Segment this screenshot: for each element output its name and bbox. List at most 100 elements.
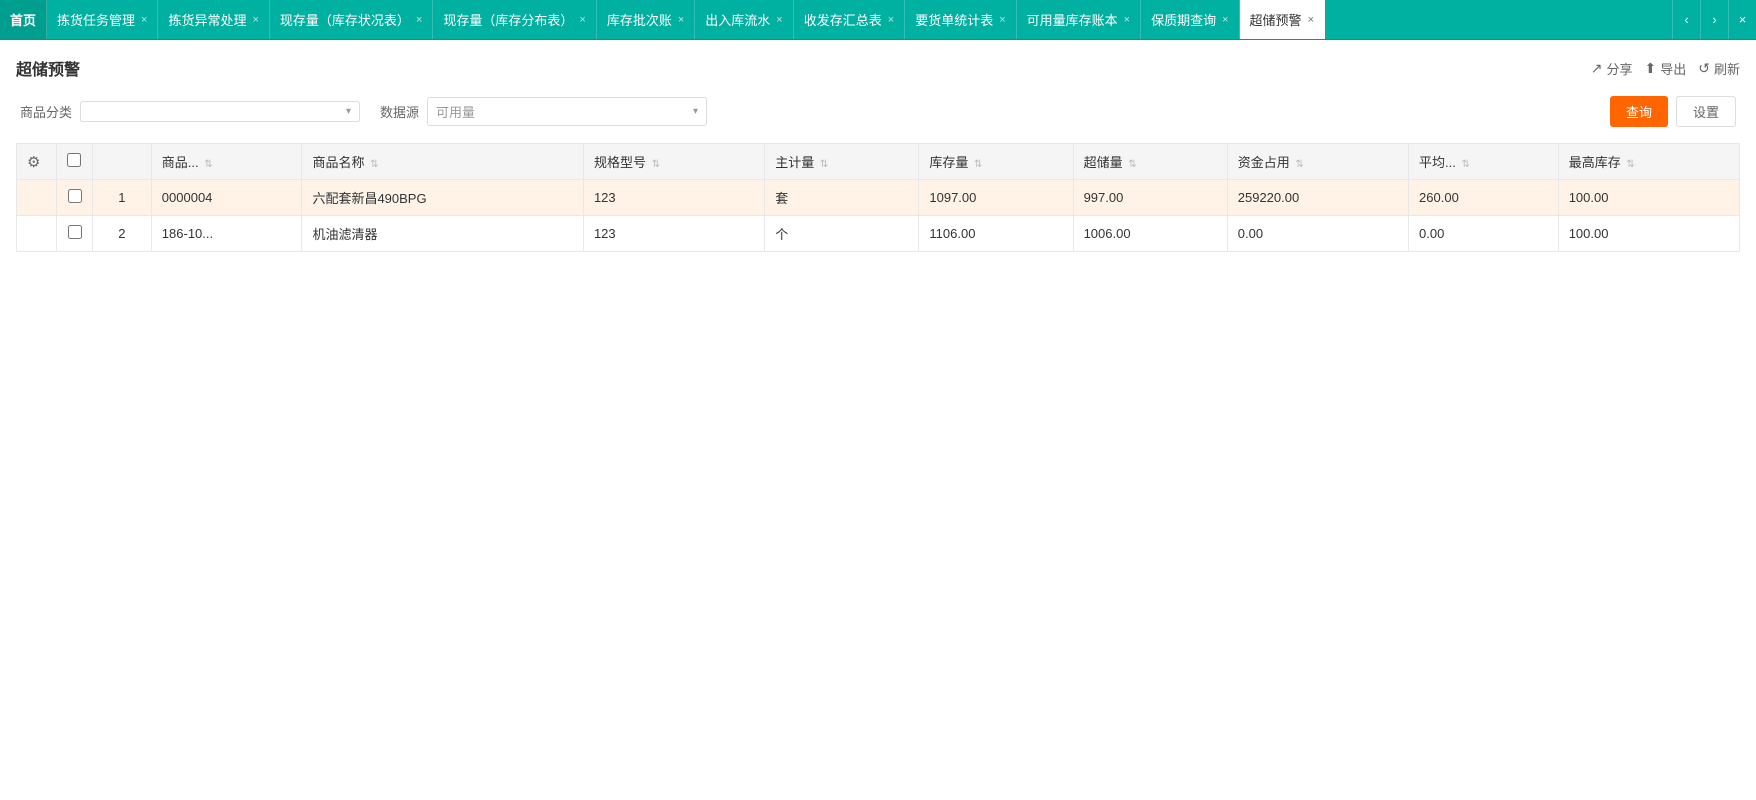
datasource-filter-group: 数据源 可用量 ▾ bbox=[380, 97, 707, 126]
row-checkbox[interactable] bbox=[68, 225, 82, 239]
sort-icon: ⇅ bbox=[1295, 159, 1303, 170]
nav-item-overstock[interactable]: 超储预警 × bbox=[1240, 0, 1325, 39]
row-capital: 259220.00 bbox=[1227, 180, 1408, 216]
nav-item-summary[interactable]: 收发存汇总表 × bbox=[794, 0, 905, 39]
gear-icon[interactable]: ⚙ bbox=[27, 154, 40, 171]
nav-item-stock-dist[interactable]: 现存量（库存分布表） × bbox=[433, 0, 596, 39]
row-capital: 0.00 bbox=[1227, 216, 1408, 252]
close-icon[interactable]: × bbox=[579, 14, 585, 26]
export-icon: ⬆ bbox=[1645, 60, 1657, 77]
row-product-name: 机油滤清器 bbox=[302, 216, 584, 252]
row-spec: 123 bbox=[583, 180, 764, 216]
row-number: 1 bbox=[93, 180, 152, 216]
select-all-checkbox[interactable] bbox=[67, 153, 81, 167]
nav-item-task-mgmt[interactable]: 拣货任务管理 × bbox=[47, 0, 158, 39]
th-checkbox bbox=[57, 144, 93, 180]
row-product-code: 0000004 bbox=[151, 180, 302, 216]
data-table: ⚙ 商品... ⇅ 商品名称 ⇅ 规格型号 ⇅ bbox=[16, 143, 1740, 252]
category-select[interactable]: ▾ bbox=[80, 101, 360, 122]
row-avg: 260.00 bbox=[1409, 180, 1559, 216]
page-content: 超储预警 ↗ 分享 ⬆ 导出 ↺ 刷新 商品分类 ▾ 数据源 bbox=[0, 40, 1756, 800]
sort-icon: ⇅ bbox=[1128, 159, 1136, 170]
nav-item-home[interactable]: 首页 bbox=[0, 0, 47, 39]
close-icon[interactable]: × bbox=[678, 14, 684, 26]
th-max-stock[interactable]: 最高库存 ⇅ bbox=[1558, 144, 1739, 180]
th-product-name[interactable]: 商品名称 ⇅ bbox=[302, 144, 584, 180]
row-unit: 套 bbox=[765, 180, 919, 216]
th-spec[interactable]: 规格型号 ⇅ bbox=[583, 144, 764, 180]
close-icon[interactable]: × bbox=[999, 14, 1005, 26]
close-icon[interactable]: × bbox=[1124, 14, 1130, 26]
share-icon: ↗ bbox=[1591, 60, 1603, 77]
row-checkbox-cell[interactable] bbox=[57, 180, 93, 216]
sort-icon: ⇅ bbox=[1462, 159, 1470, 170]
th-row-num bbox=[93, 144, 152, 180]
filter-actions: 查询 设置 bbox=[1610, 96, 1736, 127]
row-checkbox[interactable] bbox=[68, 189, 82, 203]
category-filter-group: 商品分类 ▾ bbox=[20, 101, 360, 122]
datasource-select-value: 可用量 bbox=[436, 102, 475, 121]
th-product-code[interactable]: 商品... ⇅ bbox=[151, 144, 302, 180]
table-row: 1 0000004 六配套新昌490BPG 123 套 1097.00 997.… bbox=[17, 180, 1740, 216]
datasource-filter-label: 数据源 bbox=[380, 102, 419, 121]
page-header: 超储预警 ↗ 分享 ⬆ 导出 ↺ 刷新 bbox=[16, 56, 1740, 80]
close-icon[interactable]: × bbox=[252, 14, 258, 26]
th-unit[interactable]: 主计量 ⇅ bbox=[765, 144, 919, 180]
row-avg: 0.00 bbox=[1409, 216, 1559, 252]
sort-icon: ⇅ bbox=[974, 159, 982, 170]
sort-icon: ⇅ bbox=[370, 159, 378, 170]
row-spec: 123 bbox=[583, 216, 764, 252]
close-icon[interactable]: × bbox=[416, 14, 422, 26]
settings-button[interactable]: 设置 bbox=[1676, 96, 1736, 127]
nav-item-order-stats[interactable]: 要货单统计表 × bbox=[905, 0, 1016, 39]
close-icon[interactable]: × bbox=[776, 14, 782, 26]
chevron-down-icon: ▾ bbox=[346, 106, 351, 117]
nav-close-all-button[interactable]: × bbox=[1728, 0, 1756, 40]
th-gear: ⚙ bbox=[17, 144, 57, 180]
table-row: 2 186-10... 机油滤清器 123 个 1106.00 1006.00 … bbox=[17, 216, 1740, 252]
close-icon[interactable]: × bbox=[141, 14, 147, 26]
th-overstock[interactable]: 超储量 ⇅ bbox=[1073, 144, 1227, 180]
query-button[interactable]: 查询 bbox=[1610, 96, 1668, 127]
share-button[interactable]: ↗ 分享 bbox=[1591, 59, 1633, 78]
sort-icon: ⇅ bbox=[820, 159, 828, 170]
chevron-down-icon: ▾ bbox=[693, 106, 698, 117]
row-unit: 个 bbox=[765, 216, 919, 252]
th-capital[interactable]: 资金占用 ⇅ bbox=[1227, 144, 1408, 180]
row-product-name: 六配套新昌490BPG bbox=[302, 180, 584, 216]
datasource-select[interactable]: 可用量 ▾ bbox=[427, 97, 707, 126]
sort-icon: ⇅ bbox=[1626, 159, 1634, 170]
nav-item-inout-flow[interactable]: 出入库流水 × bbox=[695, 0, 793, 39]
row-number: 2 bbox=[93, 216, 152, 252]
row-overstock: 997.00 bbox=[1073, 180, 1227, 216]
sort-icon: ⇅ bbox=[652, 159, 660, 170]
row-max-stock: 100.00 bbox=[1558, 180, 1739, 216]
row-stock: 1097.00 bbox=[919, 180, 1073, 216]
th-avg[interactable]: 平均... ⇅ bbox=[1409, 144, 1559, 180]
row-gear-cell bbox=[17, 216, 57, 252]
sort-icon: ⇅ bbox=[204, 159, 212, 170]
refresh-icon: ↺ bbox=[1698, 60, 1710, 77]
export-button[interactable]: ⬆ 导出 bbox=[1645, 59, 1687, 78]
nav-prev-button[interactable]: ‹ bbox=[1672, 0, 1700, 40]
th-stock[interactable]: 库存量 ⇅ bbox=[919, 144, 1073, 180]
nav-item-expiry-query[interactable]: 保质期查询 × bbox=[1141, 0, 1239, 39]
nav-item-stock-status[interactable]: 现存量（库存状况表） × bbox=[270, 0, 433, 39]
nav-arrows: ‹ › × bbox=[1672, 0, 1756, 40]
category-filter-label: 商品分类 bbox=[20, 102, 72, 121]
row-gear-cell bbox=[17, 180, 57, 216]
nav-next-button[interactable]: › bbox=[1700, 0, 1728, 40]
nav-item-batch-account[interactable]: 库存批次账 × bbox=[597, 0, 695, 39]
header-actions: ↗ 分享 ⬆ 导出 ↺ 刷新 bbox=[1591, 59, 1740, 78]
nav-bar: 首页 拣货任务管理 × 拣货异常处理 × 现存量（库存状况表） × 现存量（库存… bbox=[0, 0, 1756, 40]
row-overstock: 1006.00 bbox=[1073, 216, 1227, 252]
close-icon[interactable]: × bbox=[1308, 14, 1314, 26]
row-stock: 1106.00 bbox=[919, 216, 1073, 252]
row-max-stock: 100.00 bbox=[1558, 216, 1739, 252]
nav-item-avail-account[interactable]: 可用量库存账本 × bbox=[1017, 0, 1141, 39]
close-icon[interactable]: × bbox=[1222, 14, 1228, 26]
row-checkbox-cell[interactable] bbox=[57, 216, 93, 252]
refresh-button[interactable]: ↺ 刷新 bbox=[1698, 59, 1740, 78]
nav-item-exception[interactable]: 拣货异常处理 × bbox=[158, 0, 269, 39]
close-icon[interactable]: × bbox=[888, 14, 894, 26]
